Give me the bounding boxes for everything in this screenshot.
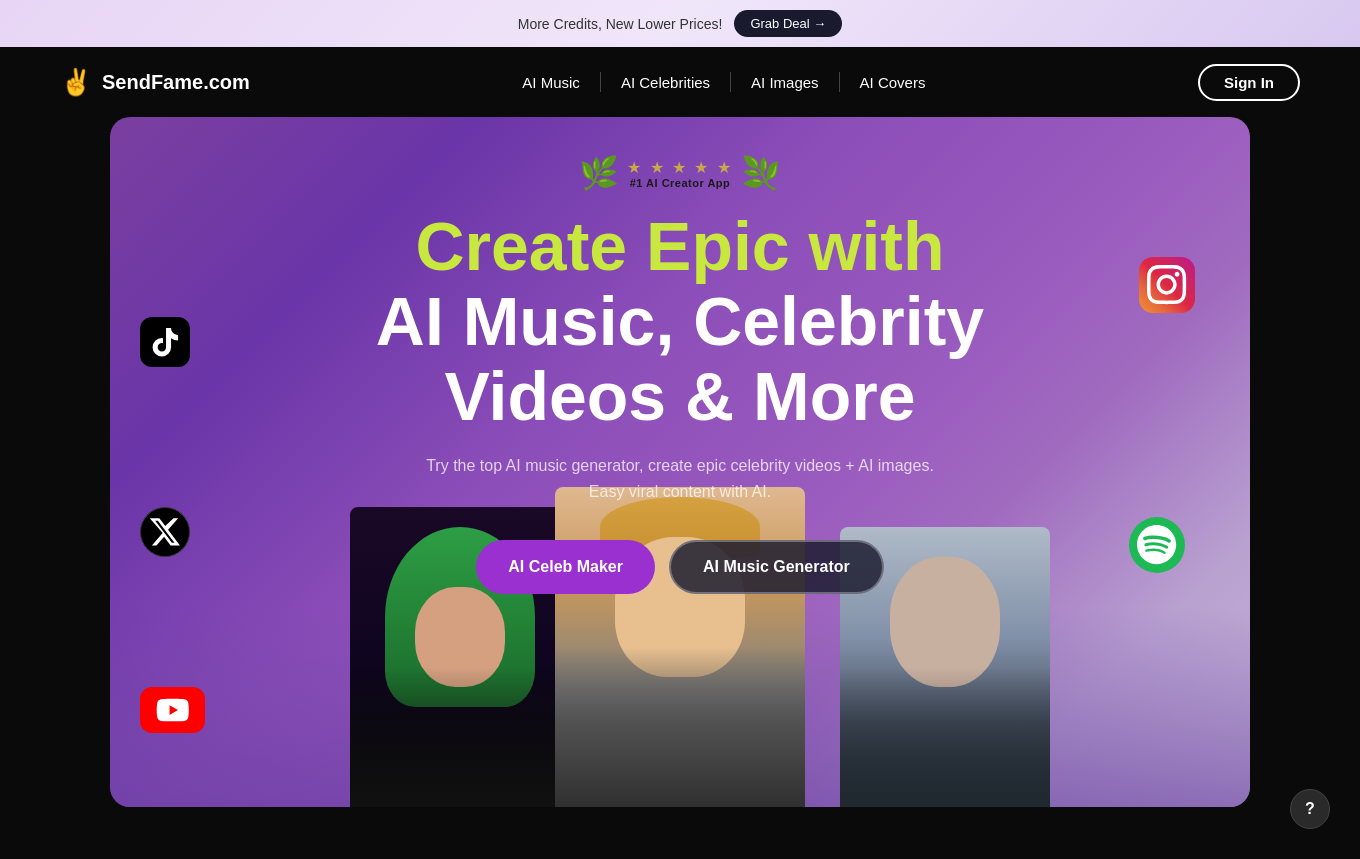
rating-badge: 🌿 ★ ★ ★ ★ ★ #1 AI Creator App 🌿 <box>579 157 781 189</box>
star-rating: ★ ★ ★ ★ ★ <box>627 158 733 177</box>
laurel-left: 🌿 <box>579 157 619 189</box>
nav-item-ai-music[interactable]: AI Music <box>502 66 600 99</box>
grab-deal-button[interactable]: Grab Deal → <box>734 10 842 37</box>
help-button[interactable]: ? <box>1290 789 1330 829</box>
headline-white-2: Videos & More <box>110 359 1250 434</box>
header: ✌️ SendFame.com AI Music AI Celebrities … <box>0 47 1360 117</box>
hero-section: 🌿 ★ ★ ★ ★ ★ #1 AI Creator App 🌿 Create E… <box>110 117 1250 807</box>
cta-buttons: AI Celeb Maker AI Music Generator <box>110 540 1250 594</box>
nav-item-ai-celebrities[interactable]: AI Celebrities <box>601 66 730 99</box>
hero-subtitle: Try the top AI music generator, create e… <box>390 453 970 504</box>
nav-item-ai-images[interactable]: AI Images <box>731 66 839 99</box>
hero-content: 🌿 ★ ★ ★ ★ ★ #1 AI Creator App 🌿 Create E… <box>110 117 1250 594</box>
headline-white-1: AI Music, Celebrity <box>110 284 1250 359</box>
logo-text: SendFame.com <box>102 71 250 94</box>
laurel-right: 🌿 <box>741 157 781 189</box>
sign-in-button[interactable]: Sign In <box>1198 64 1300 101</box>
logo-icon: ✌️ <box>60 67 92 98</box>
main-nav: AI Music AI Celebrities AI Images AI Cov… <box>502 66 945 99</box>
nav-item-ai-covers[interactable]: AI Covers <box>840 66 946 99</box>
banner-text: More Credits, New Lower Prices! <box>518 16 723 32</box>
headline-color: Create Epic with <box>110 209 1250 284</box>
logo[interactable]: ✌️ SendFame.com <box>60 67 250 98</box>
youtube-icon <box>140 687 205 733</box>
help-icon: ? <box>1305 800 1315 818</box>
badge-label: #1 AI Creator App <box>627 177 733 189</box>
top-banner: More Credits, New Lower Prices! Grab Dea… <box>0 0 1360 47</box>
ai-celeb-maker-button[interactable]: AI Celeb Maker <box>476 540 655 594</box>
ai-music-generator-button[interactable]: AI Music Generator <box>669 540 884 594</box>
